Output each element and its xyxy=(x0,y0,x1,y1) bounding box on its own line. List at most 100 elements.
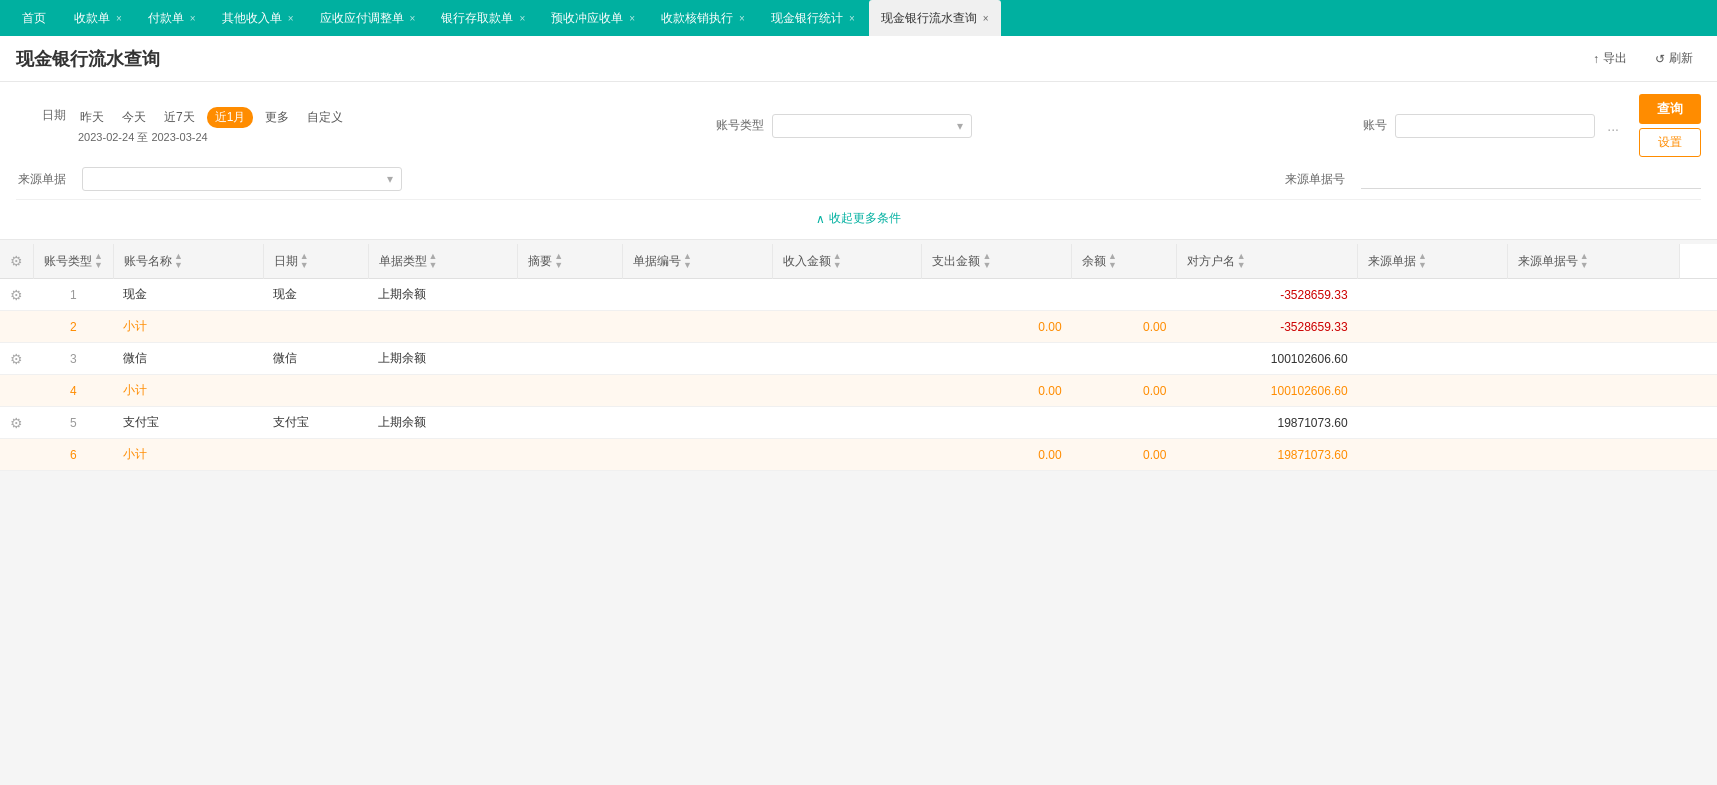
th-income[interactable]: 收入金额▲▼ xyxy=(772,244,922,279)
sort-icon-income: ▲▼ xyxy=(833,252,842,270)
cell-date: 上期余额 xyxy=(368,279,518,311)
gear-settings-icon[interactable]: ⚙ xyxy=(10,253,23,269)
date-opt-自定义[interactable]: 自定义 xyxy=(301,107,349,128)
date-opt-今天[interactable]: 今天 xyxy=(116,107,152,128)
cell-index: 1 xyxy=(34,279,114,311)
date-opt-昨天[interactable]: 昨天 xyxy=(74,107,110,128)
cell-income: 0.00 xyxy=(922,439,1072,471)
cell-summary xyxy=(622,311,772,343)
cell-index: 5 xyxy=(34,407,114,439)
cell-source_doc_no xyxy=(1679,311,1717,343)
nav-home[interactable]: 首页 xyxy=(8,10,60,27)
th-date[interactable]: 日期▲▼ xyxy=(263,244,368,279)
th-balance[interactable]: 余额▲▼ xyxy=(1072,244,1177,279)
th-label-source_doc_no: 来源单据号 xyxy=(1518,253,1578,270)
nav-tab-close-3[interactable]: × xyxy=(410,13,416,24)
cell-gear xyxy=(0,439,34,471)
th-label-date: 日期 xyxy=(274,253,298,270)
cell-income: 0.00 xyxy=(922,375,1072,407)
account-input[interactable] xyxy=(1395,114,1595,138)
cell-doc_type xyxy=(518,279,623,311)
nav-tab-close-5[interactable]: × xyxy=(629,13,635,24)
nav-tab-2[interactable]: 其他收入单 × xyxy=(210,0,306,36)
nav-tab-5[interactable]: 预收冲应收单× xyxy=(539,0,647,36)
date-opt-近7天[interactable]: 近7天 xyxy=(158,107,201,128)
th-source_doc_no[interactable]: 来源单据号▲▼ xyxy=(1507,244,1679,279)
th-account_name[interactable]: 账号名称▲▼ xyxy=(113,244,263,279)
row-gear-icon[interactable]: ⚙ xyxy=(10,351,23,367)
account-more-button[interactable]: ... xyxy=(1603,118,1623,134)
nav-tab-7[interactable]: 现金银行统计 × xyxy=(759,0,867,36)
row-gear-icon[interactable]: ⚙ xyxy=(10,287,23,303)
cell-expense: 0.00 xyxy=(1072,311,1177,343)
nav-tab-1[interactable]: 付款单× xyxy=(136,0,208,36)
export-button[interactable]: ↑ 导出 xyxy=(1585,46,1635,71)
account-type-select[interactable]: ▾ xyxy=(772,114,972,138)
cell-index: 6 xyxy=(34,439,114,471)
cell-balance: 19871073.60 xyxy=(1176,439,1357,471)
nav-tab-3[interactable]: 应收应付调整单 × xyxy=(308,0,428,36)
row-gear-icon[interactable]: ⚙ xyxy=(10,415,23,431)
nav-tab-0[interactable]: 收款单× xyxy=(62,0,134,36)
cell-doc_no xyxy=(772,375,922,407)
table-row: ⚙1现金现金上期余额-3528659.33 xyxy=(0,279,1717,311)
date-options: 昨天今天近7天近1月更多自定义 xyxy=(74,107,349,128)
source-doc-label: 来源单据 xyxy=(16,171,66,188)
nav-tab-4[interactable]: 银行存取款单× xyxy=(429,0,537,36)
date-opt-更多[interactable]: 更多 xyxy=(259,107,295,128)
th-doc_type[interactable]: 单据类型▲▼ xyxy=(368,244,518,279)
th-label-source_doc: 来源单据 xyxy=(1368,253,1416,270)
th-counterpart[interactable]: 对方户名▲▼ xyxy=(1176,244,1357,279)
cell-summary xyxy=(622,343,772,375)
nav-tab-close-6[interactable]: × xyxy=(739,13,745,24)
cell-expense: 0.00 xyxy=(1072,439,1177,471)
nav-tab-close-8[interactable]: × xyxy=(983,13,989,24)
nav-tab-label: 应收应付调整单 xyxy=(320,10,404,27)
th-source_doc[interactable]: 来源单据▲▼ xyxy=(1358,244,1508,279)
th-label-account_name: 账号名称 xyxy=(124,253,172,270)
cell-source_doc_no xyxy=(1679,375,1717,407)
date-opt-近1月[interactable]: 近1月 xyxy=(207,107,254,128)
cell-doc_type xyxy=(518,311,623,343)
cell-source_doc xyxy=(1507,311,1679,343)
nav-tab-close-2[interactable]: × xyxy=(288,13,294,24)
th-doc_no[interactable]: 单据编号▲▼ xyxy=(622,244,772,279)
nav-tab-8[interactable]: 现金银行流水查询× xyxy=(869,0,1001,36)
cell-index: 4 xyxy=(34,375,114,407)
refresh-button[interactable]: ↺ 刷新 xyxy=(1647,46,1701,71)
cell-account_name: 现金 xyxy=(263,279,368,311)
sort-icon-counterpart: ▲▼ xyxy=(1237,252,1246,270)
source-doc-no-input[interactable] xyxy=(1361,170,1701,189)
account-label: 账号 xyxy=(1337,117,1387,134)
settings-button[interactable]: 设置 xyxy=(1639,128,1701,157)
cell-date xyxy=(368,311,518,343)
cell-gear: ⚙ xyxy=(0,343,34,375)
export-label: 导出 xyxy=(1603,50,1627,67)
cell-balance: -3528659.33 xyxy=(1176,279,1357,311)
table-header: ⚙账号类型▲▼账号名称▲▼日期▲▼单据类型▲▼摘要▲▼单据编号▲▼收入金额▲▼支… xyxy=(0,244,1717,279)
cell-source_doc_no xyxy=(1679,279,1717,311)
nav-tab-close-0[interactable]: × xyxy=(116,13,122,24)
collapse-bar[interactable]: ∧ 收起更多条件 xyxy=(16,206,1701,227)
th-expense[interactable]: 支出金额▲▼ xyxy=(922,244,1072,279)
nav-tab-close-1[interactable]: × xyxy=(190,13,196,24)
nav-tab-6[interactable]: 收款核销执行× xyxy=(649,0,757,36)
nav-tab-close-4[interactable]: × xyxy=(519,13,525,24)
sort-icon-balance: ▲▼ xyxy=(1108,252,1117,270)
th-summary[interactable]: 摘要▲▼ xyxy=(518,244,623,279)
source-doc-select[interactable]: ▾ xyxy=(82,167,402,191)
date-range-text: 2023-02-24 至 2023-03-24 xyxy=(78,130,349,145)
cell-summary xyxy=(622,439,772,471)
cell-expense xyxy=(1072,343,1177,375)
table-row: ⚙3微信微信上期余额100102606.60 xyxy=(0,343,1717,375)
cell-date xyxy=(368,439,518,471)
header-actions: ↑ 导出 ↺ 刷新 xyxy=(1585,46,1701,71)
cell-source_doc xyxy=(1507,375,1679,407)
cell-summary xyxy=(622,375,772,407)
query-button[interactable]: 查询 xyxy=(1639,94,1701,124)
nav-tab-close-7[interactable]: × xyxy=(849,13,855,24)
date-label: 日期 xyxy=(16,107,66,124)
th-account_type[interactable]: 账号类型▲▼ xyxy=(34,244,114,279)
nav-tab-label: 其他收入单 xyxy=(222,10,282,27)
nav-tab-label: 现金银行统计 xyxy=(771,10,843,27)
